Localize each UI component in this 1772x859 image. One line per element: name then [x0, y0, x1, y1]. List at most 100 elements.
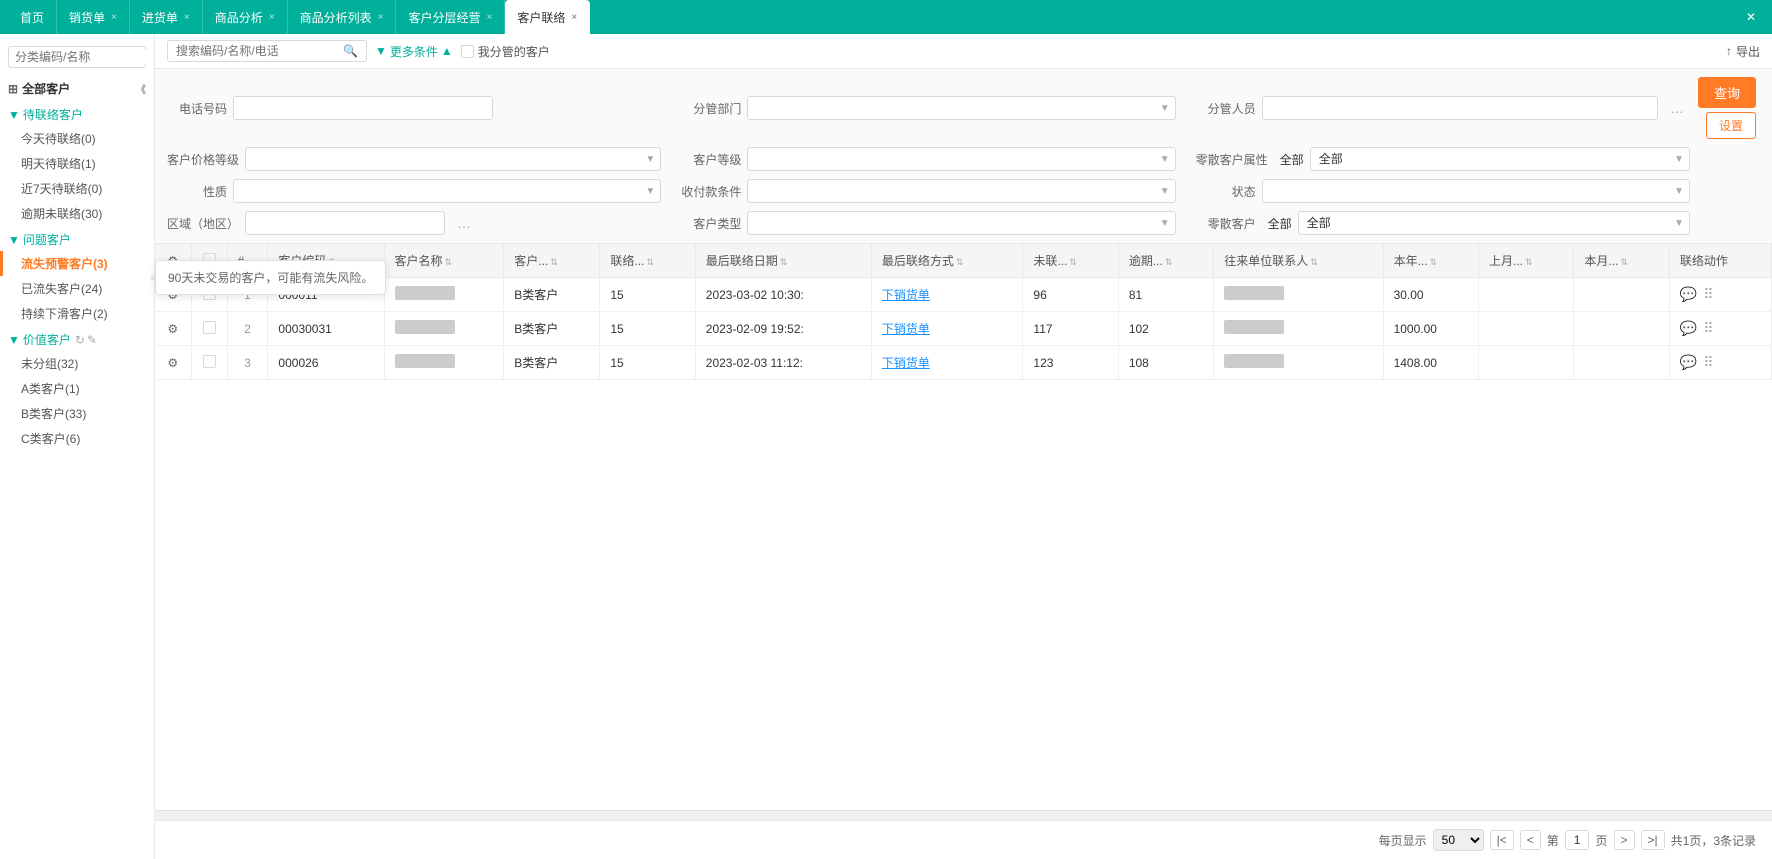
- sidebar-item-overdue[interactable]: 逾期未联络(30): [0, 201, 154, 226]
- sidebar-item-class-c[interactable]: C类客户(6): [0, 426, 154, 451]
- all-customers-header[interactable]: ⊞ 全部客户 《: [0, 76, 154, 101]
- th-not-contacted[interactable]: 未联...⇅: [1023, 244, 1118, 278]
- row-last-contact-way[interactable]: 下销货单: [871, 346, 1023, 380]
- row-checkbox[interactable]: [191, 312, 227, 346]
- query-button[interactable]: 查询: [1698, 77, 1756, 108]
- manager-more-icon[interactable]: …: [1664, 100, 1690, 116]
- level-select[interactable]: [747, 147, 1175, 171]
- filter-cell-manager: 分管人员 …: [1196, 96, 1690, 120]
- tab-customer-link[interactable]: 客户联络 ×: [505, 0, 590, 34]
- tab-customer-level[interactable]: 客户分层经营 ×: [396, 0, 505, 34]
- action-chat-icon[interactable]: 💬: [1680, 286, 1697, 303]
- action-more-icon[interactable]: ⠿: [1703, 354, 1713, 371]
- tab-sales[interactable]: 销货单 ×: [57, 0, 130, 34]
- filter-row-1: 电话号码 分管部门 ▼ 分管人员 …: [167, 77, 1760, 139]
- th-this-year[interactable]: 本年...⇅: [1383, 244, 1478, 278]
- sidebar-search-wrap[interactable]: 🔍: [8, 46, 146, 68]
- filter-cell-payment: 收付款条件 ▼: [681, 179, 1175, 203]
- sidebar-item-ungrouped[interactable]: 未分组(32): [0, 351, 154, 376]
- sidebar-item-declining[interactable]: 持续下滑客户(2): [0, 301, 154, 326]
- refresh-icon[interactable]: ↻: [75, 333, 85, 347]
- sort-overdue-icon: ⇅: [1165, 257, 1173, 267]
- row-settings[interactable]: ⚙: [155, 346, 191, 380]
- zeroattr-select[interactable]: 全部: [1310, 147, 1690, 171]
- page-end-label: 页: [1595, 832, 1607, 849]
- first-page-btn[interactable]: |<: [1490, 830, 1514, 850]
- th-contact[interactable]: 联络...⇅: [600, 244, 695, 278]
- region-input[interactable]: [245, 211, 445, 235]
- close-tab-sales[interactable]: ×: [111, 12, 117, 23]
- table-row: ⚙ 3 000026 B类客户 15 2023-02-03 11:12: 下销货…: [155, 346, 1772, 380]
- th-unit-contact[interactable]: 往来单位联系人⇅: [1214, 244, 1383, 278]
- my-customers-checkbox[interactable]: [461, 45, 474, 58]
- row-checkbox[interactable]: [191, 346, 227, 380]
- row-settings[interactable]: ⚙: [155, 312, 191, 346]
- row-this-year: 1000.00: [1383, 312, 1478, 346]
- zeroattr-select-wrap: 全部 ▼: [1310, 147, 1690, 171]
- section-value[interactable]: ▼ 价值客户 ↻ ✎: [0, 326, 154, 351]
- dept-select[interactable]: [747, 96, 1175, 120]
- sidebar-item-today[interactable]: 今天待联络(0): [0, 126, 154, 151]
- th-overdue[interactable]: 逾期...⇅: [1118, 244, 1213, 278]
- close-tab-customer-link[interactable]: ×: [571, 12, 577, 23]
- close-tab-analysis[interactable]: ×: [269, 12, 275, 23]
- settings-button[interactable]: 设置: [1706, 112, 1756, 139]
- region-more-icon[interactable]: …: [451, 215, 477, 231]
- window-close-button[interactable]: ✕: [1738, 10, 1764, 24]
- th-last-contact-date[interactable]: 最后联络日期⇅: [695, 244, 871, 278]
- zeroretail-select[interactable]: 全部: [1298, 211, 1690, 235]
- row-contact: 15: [600, 312, 695, 346]
- status-select[interactable]: [1262, 179, 1690, 203]
- th-last-month[interactable]: 上月...⇅: [1479, 244, 1574, 278]
- next-page-btn[interactable]: >: [1614, 830, 1635, 850]
- tab-home[interactable]: 首页: [8, 0, 57, 34]
- custtype-select[interactable]: [747, 211, 1175, 235]
- sidebar: 🔍 ⊞ 全部客户 《 ▼ 待联络客户 今天待联络(0) 明天待联络(1) 近7天…: [0, 34, 155, 859]
- zeroretail-label: 零散客户: [1196, 215, 1256, 232]
- action-chat-icon[interactable]: 💬: [1680, 354, 1697, 371]
- last-page-btn[interactable]: >|: [1641, 830, 1665, 850]
- prev-page-btn[interactable]: <: [1520, 830, 1541, 850]
- edit-icon[interactable]: ✎: [87, 333, 97, 347]
- payment-select[interactable]: [747, 179, 1175, 203]
- th-this-month[interactable]: 本月...⇅: [1574, 244, 1669, 278]
- action-more-icon[interactable]: ⠿: [1703, 286, 1713, 303]
- nature-select[interactable]: [233, 179, 661, 203]
- tab-analysis-list[interactable]: 商品分析列表 ×: [288, 0, 397, 34]
- row-last-contact-way[interactable]: 下销货单: [871, 312, 1023, 346]
- manager-input[interactable]: [1262, 96, 1658, 120]
- tab-purchase[interactable]: 进货单 ×: [130, 0, 203, 34]
- th-type[interactable]: 客户...⇅: [504, 244, 600, 278]
- my-customers-toggle[interactable]: 我分管的客户: [461, 43, 550, 60]
- th-name[interactable]: 客户名称⇅: [384, 244, 504, 278]
- action-more-icon[interactable]: ⠿: [1703, 320, 1713, 337]
- close-tab-customer-level[interactable]: ×: [486, 12, 492, 23]
- main-search-button[interactable]: 🔍: [343, 44, 358, 58]
- sort-thismonth-icon: ⇅: [1620, 257, 1628, 267]
- close-tab-purchase[interactable]: ×: [184, 12, 190, 23]
- page-size-select[interactable]: 50 20 100: [1433, 829, 1484, 851]
- sidebar-search-input[interactable]: [15, 50, 155, 64]
- th-last-contact-way[interactable]: 最后联络方式⇅: [871, 244, 1023, 278]
- section-pending[interactable]: ▼ 待联络客户: [0, 101, 154, 126]
- filter-cell-dept: 分管部门 ▼: [681, 96, 1175, 120]
- sidebar-item-churn-warning[interactable]: 流失预警客户(3): [0, 251, 154, 276]
- export-button[interactable]: ↑ 导出: [1726, 43, 1760, 60]
- sidebar-item-7days[interactable]: 近7天待联络(0): [0, 176, 154, 201]
- main-search-input[interactable]: [176, 44, 343, 58]
- horizontal-scrollbar[interactable]: [155, 810, 1772, 820]
- close-tab-analysis-list[interactable]: ×: [378, 12, 384, 23]
- row-last-contact-way[interactable]: 下销货单: [871, 278, 1023, 312]
- action-chat-icon[interactable]: 💬: [1680, 320, 1697, 337]
- sidebar-item-class-a[interactable]: A类客户(1): [0, 376, 154, 401]
- more-conditions-btn[interactable]: ▼ 更多条件 ▲: [375, 43, 453, 60]
- row-code: 00030031: [268, 312, 384, 346]
- row-num: 2: [227, 312, 268, 346]
- sidebar-item-class-b[interactable]: B类客户(33): [0, 401, 154, 426]
- sidebar-item-churned[interactable]: 已流失客户(24): [0, 276, 154, 301]
- section-problem[interactable]: ▼ 问题客户: [0, 226, 154, 251]
- tab-analysis[interactable]: 商品分析 ×: [203, 0, 288, 34]
- sidebar-item-tomorrow[interactable]: 明天待联络(1): [0, 151, 154, 176]
- phone-input[interactable]: [233, 96, 493, 120]
- price-select[interactable]: [245, 147, 661, 171]
